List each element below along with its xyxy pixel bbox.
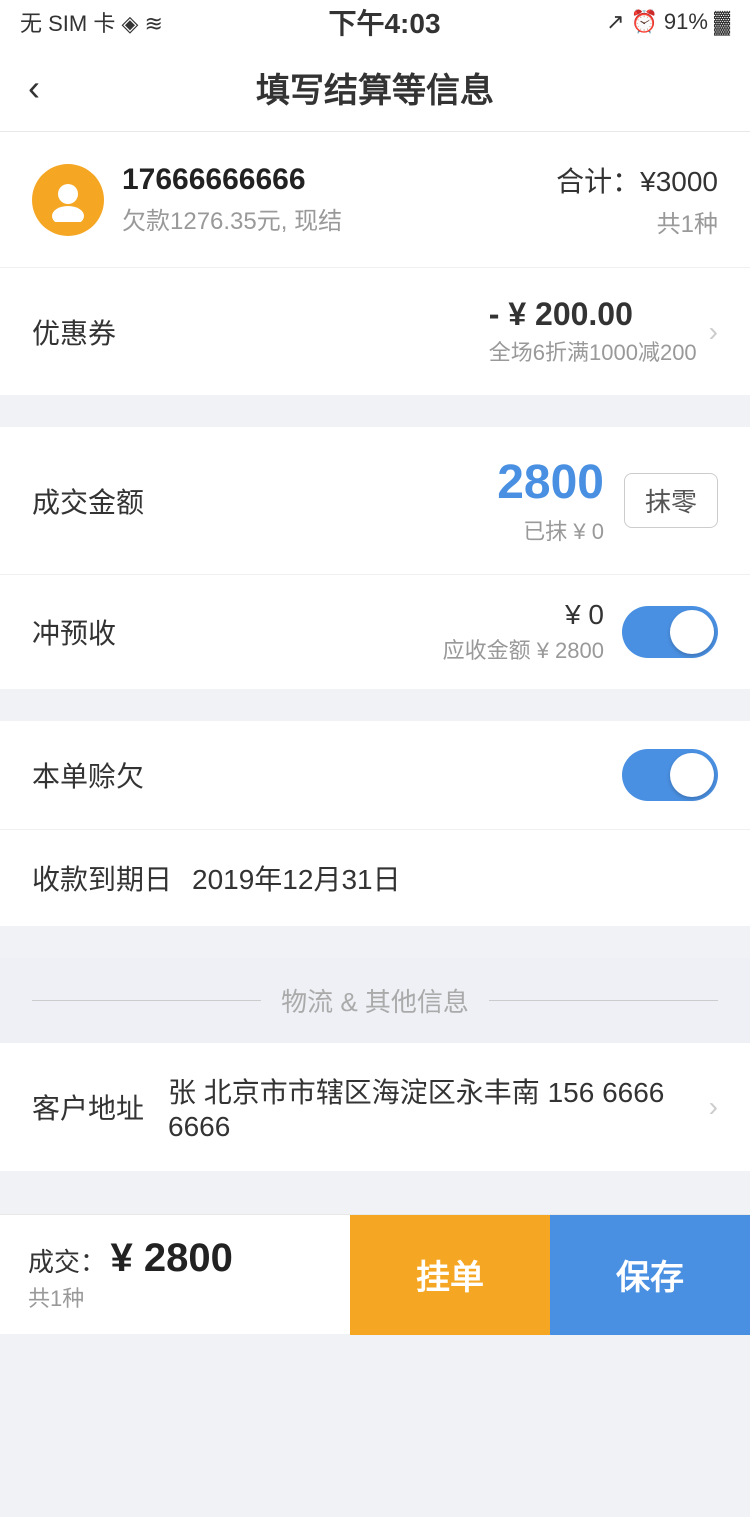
due-date-row: 收款到期日 2019年12月31日 (0, 829, 750, 926)
bottom-deal-label: 成交： (28, 1247, 106, 1277)
bottom-summary: 成交： ¥ 2800 共1种 (0, 1236, 350, 1313)
address-row[interactable]: 客户地址 张 北京市市辖区海淀区永丰南 156 6666 6666 › (0, 1043, 750, 1171)
prepay-sub: 应收金额 ¥ 2800 (443, 633, 604, 665)
order-count: 共1种 (556, 204, 718, 239)
divider-1 (0, 411, 750, 427)
logistics-line-right (489, 1000, 718, 1001)
bottom-deal-count: 共1种 (28, 1281, 322, 1313)
customer-row: 17666666666 欠款1276.35元, 现结 合计：¥3000 共1种 (0, 132, 750, 267)
battery-text: 91% (664, 9, 708, 35)
deal-amount-value: 2800 (497, 455, 604, 510)
allowance-section: 本单赊欠 收款到期日 2019年12月31日 (0, 721, 750, 926)
chevron-right-icon: › (709, 316, 718, 348)
coupon-label: 优惠券 (32, 312, 116, 352)
back-button[interactable]: ‹ (28, 67, 40, 109)
status-time: 下午4:03 (328, 2, 440, 42)
allowance-row: 本单赊欠 (0, 721, 750, 829)
address-label: 客户地址 (32, 1087, 144, 1127)
due-date-label: 收款到期日 (32, 858, 172, 898)
divider-2 (0, 705, 750, 721)
allowance-toggle[interactable] (622, 749, 718, 801)
logistics-divider: 物流 & 其他信息 (0, 958, 750, 1043)
user-icon (46, 178, 90, 222)
logistics-line-left (32, 1000, 261, 1001)
logistics-label: 物流 & 其他信息 (261, 982, 489, 1019)
avatar (32, 164, 104, 236)
nav-bar: ‹ 填写结算等信息 (0, 44, 750, 132)
status-right: ↗ ⏰ 91% ▓ (606, 9, 730, 35)
due-date-value: 2019年12月31日 (192, 858, 401, 898)
status-bar: 无 SIM 卡 ◈ ≋ 下午4:03 ↗ ⏰ 91% ▓ (0, 0, 750, 44)
coupon-amount: - ¥ 200.00 (489, 296, 697, 333)
deal-amount-sub: 已抹 ¥ 0 (497, 514, 604, 546)
customer-phone: 17666666666 (122, 163, 342, 197)
prepay-toggle[interactable] (622, 606, 718, 658)
round-button[interactable]: 抹零 (624, 473, 718, 528)
bottom-bar: 成交： ¥ 2800 共1种 挂单 保存 (0, 1214, 750, 1334)
prepay-label: 冲预收 (32, 612, 116, 652)
address-section: 客户地址 张 北京市市辖区海淀区永丰南 156 6666 6666 › (0, 1043, 750, 1171)
status-left: 无 SIM 卡 ◈ ≋ (20, 6, 163, 38)
order-total: 合计：¥3000 (556, 160, 718, 200)
alarm-icon: ⏰ (631, 9, 658, 35)
deal-amount-label: 成交金额 (32, 481, 144, 521)
bottom-deal-amount: ¥ 2800 (110, 1236, 232, 1280)
address-value: 张 北京市市辖区海淀区永丰南 156 6666 6666 (168, 1071, 705, 1143)
coupon-row[interactable]: 优惠券 - ¥ 200.00 全场6折满1000减200 › (0, 267, 750, 395)
amount-section: 成交金额 2800 已抹 ¥ 0 抹零 冲预收 ¥ 0 应收金额 ¥ 2800 (0, 427, 750, 689)
allowance-label: 本单赊欠 (32, 755, 144, 795)
toggle-knob (670, 610, 714, 654)
allowance-toggle-knob (670, 753, 714, 797)
address-chevron-icon: › (709, 1091, 718, 1123)
battery-icon: ▓ (714, 9, 730, 35)
page-title: 填写结算等信息 (256, 63, 494, 112)
prepay-row: 冲预收 ¥ 0 应收金额 ¥ 2800 (0, 574, 750, 689)
coupon-description: 全场6折满1000减200 (489, 335, 697, 367)
deal-amount-row: 成交金额 2800 已抹 ¥ 0 抹零 (0, 427, 750, 574)
customer-debt: 欠款1276.35元, 现结 (122, 201, 342, 236)
customer-section: 17666666666 欠款1276.35元, 现结 合计：¥3000 共1种 … (0, 132, 750, 395)
hold-button[interactable]: 挂单 (350, 1215, 550, 1335)
save-button[interactable]: 保存 (550, 1215, 750, 1335)
prepay-amount: ¥ 0 (443, 599, 604, 631)
divider-3 (0, 942, 750, 958)
location-icon: ↗ (606, 9, 624, 35)
